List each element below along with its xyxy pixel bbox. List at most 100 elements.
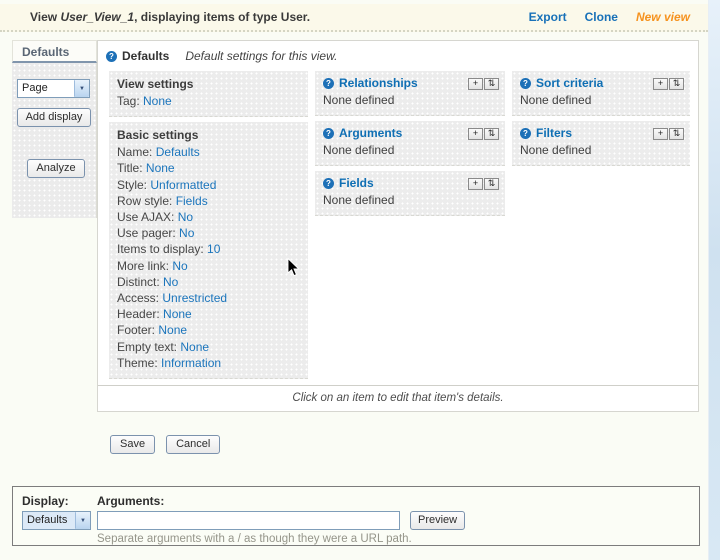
chevron-down-icon: ▼ bbox=[75, 512, 90, 529]
tab-defaults[interactable]: Defaults bbox=[12, 40, 97, 63]
empty-text: None defined bbox=[323, 193, 395, 207]
chevron-down-icon: ▼ bbox=[74, 80, 89, 97]
arguments-line: Preview bbox=[97, 511, 689, 530]
setting-row: Name: Defaults bbox=[117, 144, 302, 160]
setting-row: Style: Unformatted bbox=[117, 177, 302, 193]
setting-label: Row style: bbox=[117, 193, 176, 208]
rearrange-icon[interactable]: ⇅ bbox=[484, 77, 499, 90]
setting-value-link[interactable]: 10 bbox=[207, 242, 220, 256]
bucket-head: ? Fields + ⇅ bbox=[323, 176, 499, 191]
rearrange-icon[interactable]: ⇅ bbox=[484, 127, 499, 140]
setting-value-link[interactable]: Unrestricted bbox=[162, 291, 227, 305]
bucket-head: ? Filters + ⇅ bbox=[520, 126, 684, 141]
page-title-prefix: View bbox=[30, 10, 61, 24]
relationships-title-link[interactable]: Relationships bbox=[339, 76, 418, 91]
add-display-button[interactable]: Add display bbox=[17, 108, 91, 127]
setting-row: Use pager: No bbox=[117, 225, 302, 241]
bucket-ops: + ⇅ bbox=[468, 177, 499, 190]
add-icon[interactable]: + bbox=[468, 127, 483, 140]
display-settings-panel: ? Defaults Default settings for this vie… bbox=[97, 40, 699, 412]
analyze-button[interactable]: Analyze bbox=[27, 159, 85, 178]
setting-row: Header: None bbox=[117, 306, 302, 322]
filters-box: ? Filters + ⇅ None defined bbox=[512, 121, 690, 166]
setting-label: Footer: bbox=[117, 323, 159, 338]
setting-value-link[interactable]: Information bbox=[161, 356, 221, 370]
preview-display-select[interactable]: Defaults ▼ bbox=[22, 511, 91, 530]
preview-button[interactable]: Preview bbox=[410, 511, 466, 530]
setting-value-link[interactable]: Unformatted bbox=[150, 178, 216, 192]
empty-text: None defined bbox=[520, 93, 592, 107]
panel-header: ? Defaults Default settings for this vie… bbox=[98, 41, 698, 69]
page-title-suffix: , displaying items of type User. bbox=[134, 10, 311, 24]
help-icon[interactable]: ? bbox=[520, 128, 531, 139]
view-settings-title: View settings bbox=[117, 77, 194, 91]
setting-value-link[interactable]: Fields bbox=[176, 194, 208, 208]
display-label: Display: bbox=[22, 494, 69, 508]
setting-value-link[interactable]: No bbox=[178, 210, 193, 224]
help-icon[interactable]: ? bbox=[323, 178, 334, 189]
setting-row: Use AJAX: No bbox=[117, 209, 302, 225]
display-type-select[interactable]: Page ▼ bbox=[17, 79, 90, 98]
export-link[interactable]: Export bbox=[529, 10, 567, 24]
display-sidebar: Defaults Page ▼ Add display Analyze bbox=[12, 40, 97, 218]
top-bar: View User_View_1, displaying items of ty… bbox=[0, 4, 708, 32]
sort-criteria-title-link[interactable]: Sort criteria bbox=[536, 76, 603, 91]
setting-label: Style: bbox=[117, 177, 151, 192]
fields-box: ? Fields + ⇅ None defined bbox=[315, 171, 505, 216]
setting-row: Row style: Fields bbox=[117, 193, 302, 209]
help-icon[interactable]: ? bbox=[520, 78, 531, 89]
setting-value-link[interactable]: No bbox=[179, 226, 194, 240]
panel-title: Defaults bbox=[122, 49, 170, 63]
add-icon[interactable]: + bbox=[653, 77, 668, 90]
bucket-ops: + ⇅ bbox=[468, 127, 499, 140]
add-icon[interactable]: + bbox=[468, 77, 483, 90]
setting-value-link[interactable]: No bbox=[172, 259, 187, 273]
setting-value-link[interactable]: Defaults bbox=[156, 145, 200, 159]
right-scroll-strip bbox=[708, 0, 720, 560]
setting-value-link[interactable]: None bbox=[163, 307, 192, 321]
footer-hint: Click on an item to edit that item's det… bbox=[98, 385, 698, 411]
sidebar-body: Page ▼ Add display Analyze bbox=[12, 63, 97, 218]
empty-text: None defined bbox=[520, 143, 592, 157]
bucket-head: ? Sort criteria + ⇅ bbox=[520, 76, 684, 91]
view-settings-box[interactable]: View settings Tag: None bbox=[109, 71, 308, 118]
help-icon[interactable]: ? bbox=[106, 50, 117, 62]
setting-value-link[interactable]: None bbox=[158, 323, 187, 337]
arguments-help-text: Separate arguments with a / as though th… bbox=[97, 533, 412, 545]
arguments-title-link[interactable]: Arguments bbox=[339, 126, 402, 141]
help-icon[interactable]: ? bbox=[323, 78, 334, 89]
add-icon[interactable]: + bbox=[468, 177, 483, 190]
setting-label: Distinct: bbox=[117, 274, 164, 289]
setting-value-link[interactable]: None bbox=[146, 161, 175, 175]
setting-value-link[interactable]: No bbox=[163, 275, 178, 289]
clone-link[interactable]: Clone bbox=[585, 10, 618, 24]
view-name: User_View_1 bbox=[60, 10, 135, 24]
save-button[interactable]: Save bbox=[110, 435, 156, 454]
basic-settings-box[interactable]: Basic settings Name: Defaults Title: Non… bbox=[109, 122, 308, 380]
arguments-label: Arguments: bbox=[97, 494, 165, 508]
add-icon[interactable]: + bbox=[653, 127, 668, 140]
panel-description: Default settings for this view. bbox=[185, 49, 338, 63]
setting-row: Footer: None bbox=[117, 322, 302, 338]
rearrange-icon[interactable]: ⇅ bbox=[669, 127, 684, 140]
bucket-ops: + ⇅ bbox=[653, 77, 684, 90]
setting-label: Theme: bbox=[117, 355, 162, 370]
setting-label: Items to display: bbox=[117, 242, 208, 257]
setting-label: More link: bbox=[117, 258, 173, 273]
preview-display-select-value: Defaults bbox=[23, 512, 75, 529]
cancel-button[interactable]: Cancel bbox=[166, 435, 221, 454]
fields-title-link[interactable]: Fields bbox=[339, 176, 374, 191]
bucket-ops: + ⇅ bbox=[653, 127, 684, 140]
filters-title-link[interactable]: Filters bbox=[536, 126, 572, 141]
rearrange-icon[interactable]: ⇅ bbox=[484, 177, 499, 190]
setting-value-link[interactable]: None bbox=[180, 340, 209, 354]
sort-criteria-box: ? Sort criteria + ⇅ None defined bbox=[512, 71, 690, 116]
setting-value-link[interactable]: None bbox=[143, 94, 172, 108]
arguments-input[interactable] bbox=[97, 511, 400, 530]
setting-row: Tag: None bbox=[117, 93, 302, 109]
rearrange-icon[interactable]: ⇅ bbox=[669, 77, 684, 90]
new-view-link[interactable]: New view bbox=[636, 10, 690, 24]
help-icon[interactable]: ? bbox=[323, 128, 334, 139]
setting-label: Empty text: bbox=[117, 339, 181, 354]
basic-settings-title: Basic settings bbox=[117, 128, 199, 143]
